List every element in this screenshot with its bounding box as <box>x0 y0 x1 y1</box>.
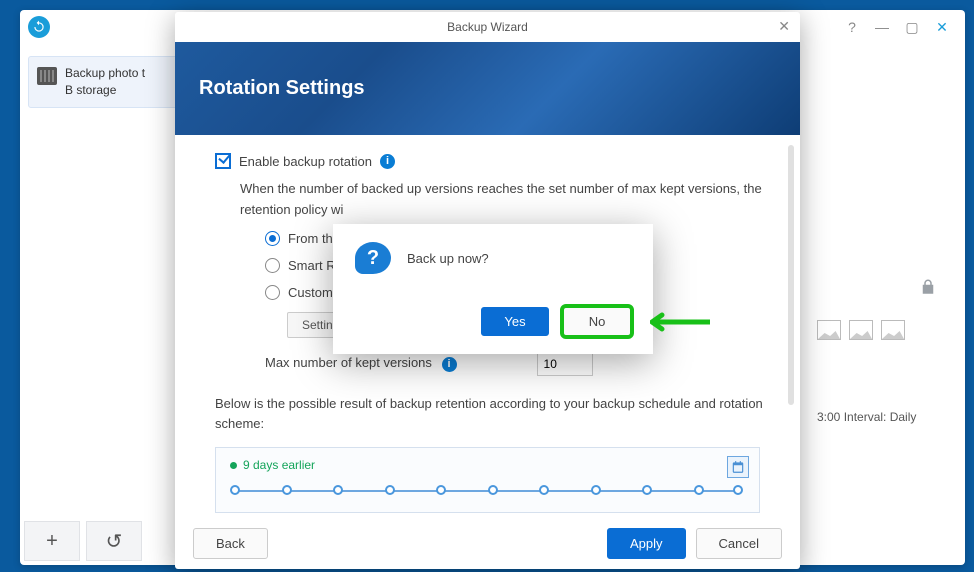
image-thumb <box>817 320 841 340</box>
question-icon: ? <box>355 242 391 274</box>
wizard-header: Rotation Settings <box>175 42 800 135</box>
wizard-footer: Back Apply Cancel <box>175 517 800 569</box>
bottom-toolbar: + ↺ <box>24 521 142 561</box>
radio-custom[interactable] <box>265 285 280 300</box>
max-versions-input[interactable] <box>537 352 593 376</box>
close-icon[interactable]: ✕ <box>927 15 957 39</box>
image-thumb <box>881 320 905 340</box>
enable-rotation-checkbox[interactable] <box>215 153 231 169</box>
rotation-desc: When the number of backed up versions re… <box>240 179 770 221</box>
task-text: Backup photo t B storage <box>65 65 145 99</box>
task-list: Backup photo t B storage <box>28 56 188 108</box>
calendar-icon <box>37 67 57 85</box>
confirm-dialog: ? Back up now? Yes No <box>333 224 653 354</box>
help-icon[interactable]: ? <box>837 15 867 39</box>
timeline-label: 9 days earlier <box>230 458 745 472</box>
yes-button[interactable]: Yes <box>481 307 549 336</box>
retention-timeline: 9 days earlier <box>215 447 760 513</box>
schedule-info: 3:00 Interval: Daily <box>817 410 957 424</box>
back-button[interactable]: Back <box>193 528 268 559</box>
history-button[interactable]: ↺ <box>86 521 142 561</box>
scrollbar[interactable] <box>788 145 794 405</box>
apply-button[interactable]: Apply <box>607 528 686 559</box>
plus-icon: + <box>46 530 58 553</box>
no-button[interactable]: No <box>563 307 631 336</box>
enable-rotation-label: Enable backup rotation <box>239 154 372 169</box>
task-card[interactable]: Backup photo t B storage <box>28 56 188 108</box>
app-logo <box>28 16 50 38</box>
page-title: Rotation Settings <box>199 77 365 100</box>
image-thumb <box>849 320 873 340</box>
wizard-titlebar: Backup Wizard ✕ <box>175 12 800 42</box>
add-button[interactable]: + <box>24 521 80 561</box>
confirm-message: Back up now? <box>407 251 489 266</box>
annotation-arrow <box>650 312 710 337</box>
radio-from-earliest[interactable] <box>265 231 280 246</box>
history-icon: ↺ <box>106 529 123 554</box>
info-icon[interactable]: i <box>380 154 395 169</box>
maximize-icon[interactable]: ▢ <box>897 15 927 39</box>
minimize-icon[interactable]: — <box>867 15 897 39</box>
lock-icon[interactable] <box>919 278 937 301</box>
max-versions-label: Max number of kept versions <box>265 355 432 370</box>
info-icon[interactable]: i <box>442 357 457 372</box>
radio-smart-recycle[interactable] <box>265 258 280 273</box>
sync-icon <box>32 20 46 34</box>
wizard-title: Backup Wizard <box>447 20 528 34</box>
timeline-track <box>230 484 745 498</box>
retention-preview-desc: Below is the possible result of backup r… <box>215 394 770 436</box>
detail-panel: 3:00 Interval: Daily <box>817 270 957 424</box>
close-icon[interactable]: ✕ <box>778 18 790 35</box>
calendar-icon[interactable] <box>727 456 749 478</box>
cancel-button[interactable]: Cancel <box>696 528 782 559</box>
